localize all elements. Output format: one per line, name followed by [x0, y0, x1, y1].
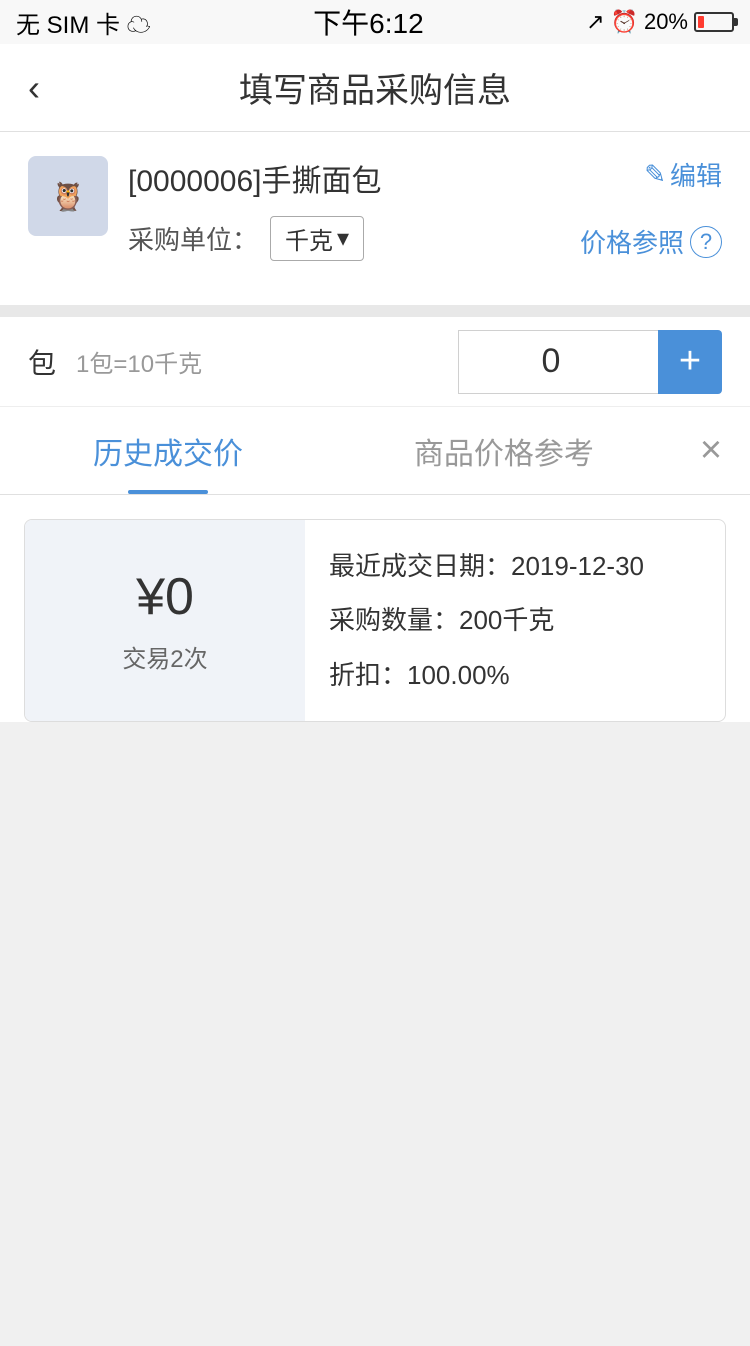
tab-price-reference[interactable]: 商品价格参考: [336, 407, 672, 494]
sim-label: 无 SIM 卡 ☁: [16, 5, 151, 40]
panel-tabs: 历史成交价 商品价格参考 ×: [0, 407, 750, 495]
status-bar: 无 SIM 卡 ☁ 下午6:12 ↗ ⏰ 20%: [0, 0, 750, 44]
product-unit-row: 采购单位： 千克 ▾: [128, 216, 381, 261]
status-right: ↗ ⏰ 20%: [586, 9, 734, 35]
panel-close-button[interactable]: ×: [672, 429, 750, 472]
quantity-unit-label: 包: [28, 342, 56, 382]
battery-pct: 20%: [644, 9, 688, 35]
status-left: 无 SIM 卡 ☁: [16, 5, 151, 40]
price-ref-button[interactable]: 价格参照 ?: [580, 223, 722, 260]
quantity-row: 包 1包=10千克 +: [0, 317, 750, 407]
product-header: 🦉 [0000006]手撕面包 采购单位： 千克 ▾ ✎ 编辑 价格参照: [28, 156, 722, 261]
battery-icon: [694, 12, 734, 32]
history-price-section: ¥0 交易2次: [25, 520, 305, 721]
help-icon: ?: [690, 226, 722, 258]
history-price-value: ¥0: [136, 567, 194, 627]
location-icon: ↗: [586, 9, 604, 35]
chevron-down-icon: ▾: [337, 224, 349, 253]
unit-label: 采购单位：: [128, 220, 258, 257]
quantity-plus-button[interactable]: +: [658, 330, 722, 394]
page-background: [0, 746, 750, 1346]
product-thumb-icon: 🦉: [51, 180, 86, 213]
history-recent-date: 最近成交日期：2019-12-30: [329, 548, 701, 584]
quantity-unit-note: 1包=10千克: [76, 344, 438, 379]
history-card: ¥0 交易2次 最近成交日期：2019-12-30 采购数量：200千克 折扣：…: [24, 519, 726, 722]
product-left: 🦉 [0000006]手撕面包 采购单位： 千克 ▾: [28, 156, 381, 261]
nav-bar: ‹ 填写商品采购信息: [0, 44, 750, 132]
alarm-icon: ⏰: [611, 9, 638, 35]
edit-icon: ✎: [644, 159, 666, 190]
product-thumbnail: 🦉: [28, 156, 108, 236]
product-section: 🦉 [0000006]手撕面包 采购单位： 千克 ▾ ✎ 编辑 价格参照: [0, 132, 750, 305]
page-title: 填写商品采购信息: [239, 63, 511, 112]
tab-history-price[interactable]: 历史成交价: [0, 407, 336, 494]
history-qty: 采购数量：200千克: [329, 602, 701, 638]
quantity-input-wrap: +: [458, 330, 722, 394]
history-details-section: 最近成交日期：2019-12-30 采购数量：200千克 折扣：100.00%: [305, 520, 725, 721]
unit-dropdown[interactable]: 千克 ▾: [270, 216, 364, 261]
back-button[interactable]: ‹: [28, 67, 40, 109]
quantity-input[interactable]: [458, 330, 658, 394]
history-discount: 折扣：100.00%: [329, 657, 701, 693]
section-divider: [0, 305, 750, 317]
price-panel: 历史成交价 商品价格参考 × ¥0 交易2次 最近成交日期：2019-12-30…: [0, 407, 750, 722]
status-time: 下午6:12: [313, 2, 424, 42]
history-trades-count: 交易2次: [122, 639, 207, 674]
edit-button[interactable]: ✎ 编辑: [644, 156, 722, 193]
product-info: [0000006]手撕面包 采购单位： 千克 ▾: [128, 156, 381, 261]
product-name: [0000006]手撕面包: [128, 156, 381, 200]
